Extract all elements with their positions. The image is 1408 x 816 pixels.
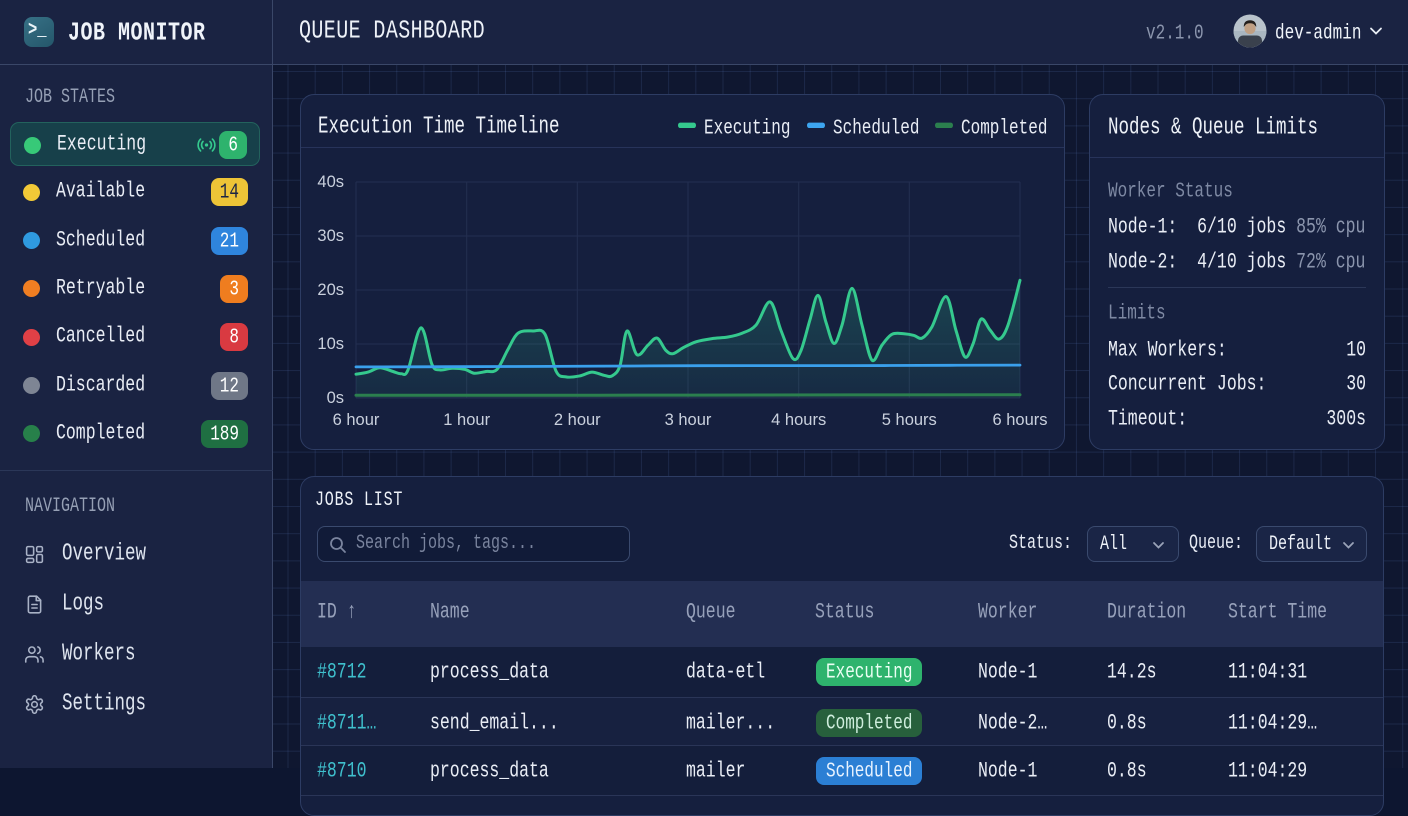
svg-text:6 hours: 6 hours [992, 411, 1047, 429]
svg-text:6 hour: 6 hour [333, 411, 380, 429]
svg-text:0s: 0s [327, 389, 344, 407]
svg-text:40s: 40s [317, 173, 344, 191]
svg-text:30s: 30s [317, 227, 344, 245]
svg-text:10s: 10s [317, 335, 344, 353]
svg-text:5 hours: 5 hours [882, 411, 937, 429]
svg-text:3 hour: 3 hour [665, 411, 712, 429]
svg-text:1 hour: 1 hour [443, 411, 490, 429]
svg-text:4 hours: 4 hours [771, 411, 826, 429]
svg-text:20s: 20s [317, 281, 344, 299]
svg-text:2 hour: 2 hour [554, 411, 601, 429]
